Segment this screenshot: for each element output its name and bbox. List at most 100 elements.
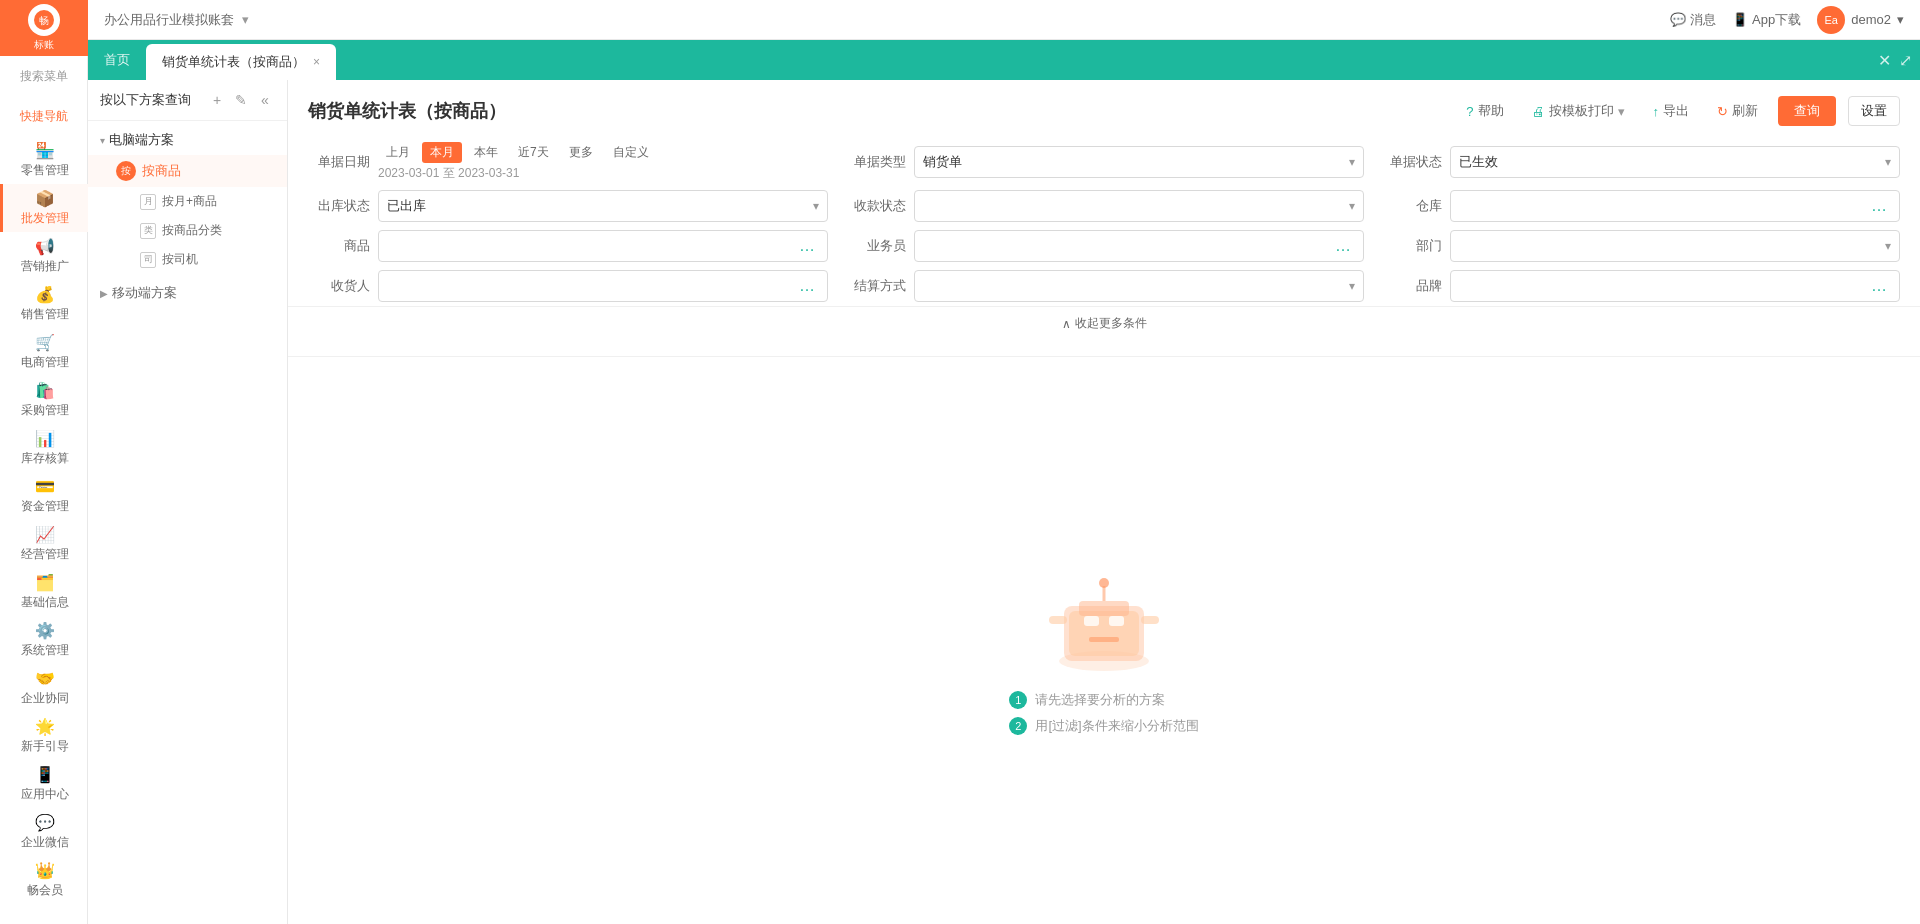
date-tab-this-month[interactable]: 本月 — [422, 142, 462, 163]
print-btn[interactable]: 🖨 按模板打印 ▾ — [1524, 98, 1633, 124]
brand-dots[interactable]: … — [1867, 277, 1891, 295]
sidebar-item-sales[interactable]: 💰 销售管理 — [0, 280, 88, 328]
avatar: Ea — [1817, 6, 1845, 34]
collapse-filter-bar[interactable]: ∧ 收起更多条件 — [288, 306, 1920, 340]
filter-salesperson-field: 业务员 … — [844, 230, 1364, 262]
tab-current[interactable]: 销货单统计表（按商品） × — [146, 44, 336, 80]
user-menu[interactable]: Ea demo2 ▾ — [1817, 6, 1904, 34]
sidebar-item-ecommerce[interactable]: 🛒 电商管理 — [0, 328, 88, 376]
type-label: 单据类型 — [844, 153, 914, 171]
filter-payment-select[interactable]: ▾ — [914, 270, 1364, 302]
svg-point-10 — [1099, 578, 1109, 588]
tab-expand-btn[interactable]: ⤢ — [1899, 51, 1912, 70]
sidebar-item-retail[interactable]: 🏪 零售管理 — [0, 136, 88, 184]
filter-date: 上月 本月 本年 近7天 更多 自定义 2023-03-01 至 2023-03… — [378, 142, 828, 182]
settings-btn[interactable]: 设置 — [1848, 96, 1900, 126]
refresh-btn[interactable]: ↻ 刷新 — [1709, 98, 1766, 124]
sidebar-item-wholesale[interactable]: 📦 批发管理 — [0, 184, 88, 232]
sidebar-item-apps[interactable]: 📱 应用中心 — [0, 760, 88, 808]
sidebar-item-inventory[interactable]: 📊 库存核算 — [0, 424, 88, 472]
recipient-label: 收货人 — [308, 277, 378, 295]
empty-illustration — [1034, 546, 1174, 679]
date-label: 单据日期 — [308, 153, 378, 171]
empty-svg — [1034, 546, 1174, 676]
download-icon: 📱 — [1732, 12, 1748, 27]
app-download-btn[interactable]: 📱 App下载 — [1732, 11, 1801, 29]
filter-brand-input[interactable]: … — [1450, 270, 1900, 302]
sidebar-item-purchase[interactable]: 🛍️ 采购管理 — [0, 376, 88, 424]
mobile-group-arrow: ▶ — [100, 288, 108, 299]
sidebar-item-vip[interactable]: 👑 畅会员 — [0, 856, 88, 904]
tab-close-btn[interactable]: × — [313, 55, 320, 69]
top-header: 办公用品行业模拟账套 ▾ 💬 消息 📱 App下载 Ea demo2 ▾ — [88, 0, 1920, 40]
filter-row-1: 单据日期 上月 本月 本年 近7天 更多 自定义 2023-03-01 至 20… — [308, 138, 1900, 186]
filter-warehouse-input[interactable]: … — [1450, 190, 1900, 222]
sub-item-by-category[interactable]: 类 按商品分类 — [88, 216, 287, 245]
filter-type-select[interactable]: 销货单 ▾ — [914, 146, 1364, 178]
sidebar-item-wechat[interactable]: 💬 企业微信 — [0, 808, 88, 856]
help-btn[interactable]: ? 帮助 — [1458, 98, 1511, 124]
svg-rect-6 — [1084, 616, 1099, 626]
date-tab-7days[interactable]: 近7天 — [510, 142, 557, 163]
left-panel-title: 按以下方案查询 — [100, 91, 191, 109]
page-title: 销货单统计表（按商品） — [308, 99, 506, 123]
sub-item-by-cashier[interactable]: 司 按司机 — [88, 245, 287, 274]
filter-status-select[interactable]: 已生效 ▾ — [1450, 146, 1900, 178]
goods-dots[interactable]: … — [795, 237, 819, 255]
add-scheme-btn[interactable]: + — [207, 90, 227, 110]
sidebar-item-marketing[interactable]: 📢 营销推广 — [0, 232, 88, 280]
edit-scheme-btn[interactable]: ✎ — [231, 90, 251, 110]
message-btn[interactable]: 💬 消息 — [1670, 11, 1716, 29]
sidebar-search[interactable]: 搜索菜单 — [0, 56, 88, 96]
warehouse-dots[interactable]: … — [1867, 197, 1891, 215]
filter-collect-select[interactable]: ▾ — [914, 190, 1364, 222]
filter-recipient-input[interactable]: … — [378, 270, 828, 302]
collapse-panel-btn[interactable]: « — [255, 90, 275, 110]
date-tab-prev-month[interactable]: 上月 — [378, 142, 418, 163]
username: demo2 — [1851, 12, 1891, 27]
logo[interactable]: 畅 标账 — [0, 0, 88, 56]
sidebar-item-enterprise[interactable]: 🤝 企业协同 — [0, 664, 88, 712]
user-dropdown-arrow: ▾ — [1897, 12, 1904, 27]
filter-row-4: 收货人 … 结算方式 ▾ 品牌 — [308, 266, 1900, 306]
sidebar-item-basic[interactable]: 🗂️ 基础信息 — [0, 568, 88, 616]
date-tab-custom[interactable]: 自定义 — [605, 142, 657, 163]
filter-salesperson-input[interactable]: … — [914, 230, 1364, 262]
logo-svg: 畅 — [33, 9, 55, 31]
main-content: 办公用品行业模拟账套 ▾ 💬 消息 📱 App下载 Ea demo2 ▾ 首页 … — [88, 0, 1920, 924]
sidebar-quick-nav[interactable]: 快捷导航 — [0, 96, 88, 136]
mobile-scheme-group[interactable]: ▶ 移动端方案 — [88, 278, 287, 308]
empty-tip-2: 2 用[过滤]条件来缩小分析范围 — [1009, 717, 1198, 735]
sidebar-item-system[interactable]: ⚙️ 系统管理 — [0, 616, 88, 664]
sub-item-by-month-product[interactable]: 月 按月+商品 — [88, 187, 287, 216]
desktop-group-title[interactable]: ▾ 电脑端方案 — [88, 125, 287, 155]
filter-dept-select[interactable]: ▾ — [1450, 230, 1900, 262]
wechat-icon: 💬 — [35, 813, 55, 832]
top-header-left: 办公用品行业模拟账套 ▾ — [104, 11, 249, 29]
salesperson-dots[interactable]: … — [1331, 237, 1355, 255]
date-tab-more[interactable]: 更多 — [561, 142, 601, 163]
sidebar-item-newbie[interactable]: 🌟 新手引导 — [0, 712, 88, 760]
svg-rect-8 — [1089, 637, 1119, 642]
scheme-item-by-product[interactable]: 按 按商品 — [88, 155, 287, 187]
print-icon: 🖨 — [1532, 104, 1545, 119]
date-range-display: 2023-03-01 至 2023-03-31 — [378, 165, 828, 182]
query-btn[interactable]: 查询 — [1778, 96, 1836, 126]
dept-label: 部门 — [1380, 237, 1450, 255]
empty-tips: 1 请先选择要分析的方案 2 用[过滤]条件来缩小分析范围 — [1009, 691, 1198, 735]
tab-home[interactable]: 首页 — [88, 40, 146, 80]
tab-close-all-btn[interactable]: ✕ — [1878, 51, 1891, 70]
dept-dropdown-icon: ▾ — [1885, 239, 1891, 253]
sidebar-item-operations[interactable]: 📈 经营管理 — [0, 520, 88, 568]
recipient-dots[interactable]: … — [795, 277, 819, 295]
export-btn[interactable]: ↑ 导出 — [1645, 98, 1698, 124]
dropdown-arrow[interactable]: ▾ — [242, 12, 249, 27]
right-content: 销货单统计表（按商品） ? 帮助 🖨 按模板打印 ▾ ↑ 导出 — [288, 80, 1920, 924]
filter-out-select[interactable]: 已出库 ▾ — [378, 190, 828, 222]
filter-goods-input[interactable]: … — [378, 230, 828, 262]
svg-rect-7 — [1109, 616, 1124, 626]
tip-num-2: 2 — [1009, 717, 1027, 735]
date-tab-this-year[interactable]: 本年 — [466, 142, 506, 163]
goods-label: 商品 — [308, 237, 378, 255]
sidebar-item-finance[interactable]: 💳 资金管理 — [0, 472, 88, 520]
